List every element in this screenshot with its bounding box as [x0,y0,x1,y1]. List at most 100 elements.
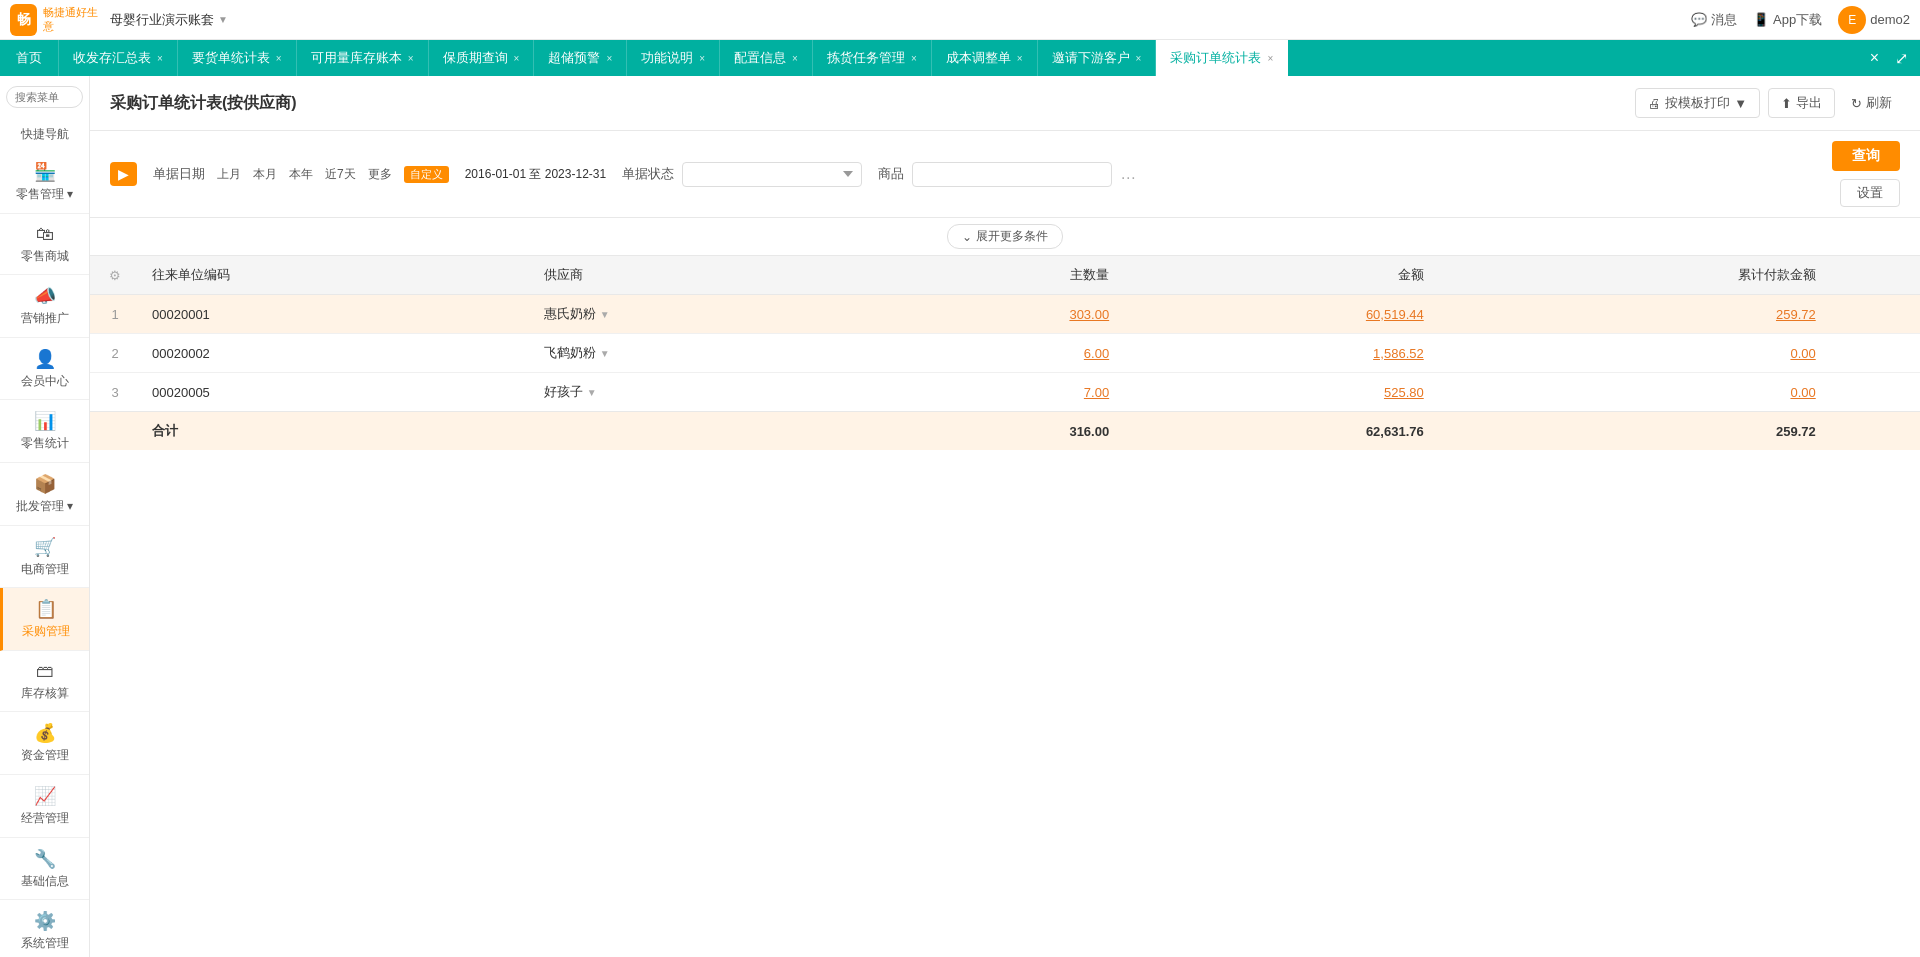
date-this-year[interactable]: 本年 [285,164,317,185]
close-jianhuo[interactable]: × [911,53,917,64]
tab-caigou-active[interactable]: 采购订单统计表 × [1156,40,1288,76]
workspace-selector[interactable]: 母婴行业演示账套 ▼ [110,11,228,29]
tab-kuyong[interactable]: 可用量库存账本 × [297,40,429,76]
refresh-button[interactable]: ↻ 刷新 [1843,89,1900,117]
close-chengben[interactable]: × [1017,53,1023,64]
sidebar-item-operations[interactable]: 📈 经营管理 [0,775,89,838]
nav-maximize-btn[interactable]: ⤢ [1891,45,1912,72]
tab-yaoqing[interactable]: 邀请下游客户 × [1038,40,1157,76]
date-more[interactable]: 更多 [364,164,396,185]
tab-peizhi-label: 配置信息 [734,49,786,67]
column-settings-icon[interactable]: ⚙ [109,268,121,283]
tab-home[interactable]: 首页 [0,40,59,76]
col-amount-header: 金额 [1121,256,1436,295]
tab-chaochujingbao[interactable]: 超储预警 × [534,40,627,76]
sidebar-item-member-center[interactable]: 👤 会员中心 [0,338,89,401]
retail-store-icon: 🛍 [36,224,54,245]
row-extra [1828,295,1920,334]
message-btn[interactable]: 💬 消息 [1691,11,1737,29]
sidebar-item-wholesale-mgmt[interactable]: 📦 批发管理 ▾ [0,463,89,526]
row-index: 2 [90,334,140,373]
tab-jianhuo[interactable]: 拣货任务管理 × [813,40,932,76]
close-caigou[interactable]: × [1267,53,1273,64]
tab-baozhi[interactable]: 保质期查询 × [429,40,535,76]
tab-chengben[interactable]: 成本调整单 × [932,40,1038,76]
row-arrow-icon: ▼ [600,309,610,320]
tab-gongneng[interactable]: 功能说明 × [627,40,720,76]
dropdown-arrow-icon: ▼ [1734,96,1747,111]
table-row[interactable]: 2 00020002 飞鹤奶粉 ▼ 6.00 1,586.52 0.00 [90,334,1920,373]
close-peizhi[interactable]: × [792,53,798,64]
retail-mgmt-icon: 🏪 [34,161,56,183]
row-amount[interactable]: 525.80 [1121,373,1436,412]
search-input[interactable] [6,86,83,108]
close-kuyong[interactable]: × [408,53,414,64]
sidebar-item-retail-stats[interactable]: 📊 零售统计 [0,400,89,463]
query-button[interactable]: 查询 [1832,141,1900,171]
sidebar-item-purchase-mgmt[interactable]: 📋 采购管理 [0,588,89,651]
marketing-icon: 📣 [34,285,56,307]
date-this-month[interactable]: 本月 [249,164,281,185]
date-from: 2016-01-01 [465,167,526,181]
expand-more-label: 展开更多条件 [976,228,1048,245]
sidebar-item-basics[interactable]: 🔧 基础信息 [0,838,89,901]
goods-input[interactable] [912,162,1112,187]
ecommerce-icon: 🛒 [34,536,56,558]
tab-chengben-label: 成本调整单 [946,49,1011,67]
settings-button[interactable]: 设置 [1840,179,1900,207]
inventory-label: 库存核算 [21,686,69,702]
row-supplier: 惠氏奶粉 ▼ [532,295,876,334]
quick-nav-label: 快捷导航 [21,126,69,143]
sidebar-item-retail-mgmt[interactable]: 🏪 零售管理 ▾ [0,151,89,214]
row-paid[interactable]: 0.00 [1436,334,1828,373]
user-area[interactable]: E demo2 [1838,6,1910,34]
tab-peizhi[interactable]: 配置信息 × [720,40,813,76]
goods-more-icon[interactable]: … [1120,165,1138,183]
tab-yaohuo[interactable]: 要货单统计表 × [178,40,297,76]
sidebar-item-system[interactable]: ⚙️ 系统管理 [0,900,89,957]
expand-more-btn[interactable]: ⌄ 展开更多条件 [947,224,1063,249]
row-quantity[interactable]: 7.00 [876,373,1121,412]
status-filter-group: 单据状态 [622,162,862,187]
table-row[interactable]: 1 00020001 惠氏奶粉 ▼ 303.00 60,519.44 259.7… [90,295,1920,334]
row-amount[interactable]: 1,586.52 [1121,334,1436,373]
col-code-header: 往来单位编码 [140,256,532,295]
sidebar-item-ecommerce[interactable]: 🛒 电商管理 [0,526,89,589]
nav-close-btn[interactable]: × [1866,45,1883,71]
download-icon: 📱 [1753,12,1769,27]
tab-kuyong-label: 可用量库存账本 [311,49,402,67]
sidebar-item-inventory[interactable]: 🗃 库存核算 [0,651,89,713]
row-supplier: 飞鹤奶粉 ▼ [532,334,876,373]
row-paid[interactable]: 259.72 [1436,295,1828,334]
sidebar-item-quick-nav[interactable]: 快捷导航 [0,118,89,151]
date-filter-label: 单据日期 [153,165,205,183]
row-code: 00020001 [140,295,532,334]
nav-right-buttons: × ⤢ [1866,45,1920,72]
main-layout: 快捷导航 🏪 零售管理 ▾ 🛍 零售商城 📣 营销推广 👤 会员中心 📊 零售统… [0,76,1920,957]
purchase-mgmt-icon: 📋 [35,598,57,620]
sidebar-item-marketing[interactable]: 📣 营销推广 [0,275,89,338]
export-button[interactable]: ⬆ 导出 [1768,88,1835,118]
close-chaochujingbao[interactable]: × [606,53,612,64]
date-custom-badge: 自定义 [404,166,449,183]
sidebar-item-finance[interactable]: 💰 资金管理 [0,712,89,775]
filter-toggle-button[interactable]: ▶ [110,162,137,186]
tab-shoufacun[interactable]: 收发存汇总表 × [59,40,178,76]
table-row[interactable]: 3 00020005 好孩子 ▼ 7.00 525.80 0.00 [90,373,1920,412]
close-gongneng[interactable]: × [699,53,705,64]
row-paid[interactable]: 0.00 [1436,373,1828,412]
close-yaoqing[interactable]: × [1136,53,1142,64]
date-last-month[interactable]: 上月 [213,164,245,185]
sidebar-item-retail-store[interactable]: 🛍 零售商城 [0,214,89,276]
row-quantity[interactable]: 303.00 [876,295,1121,334]
row-quantity[interactable]: 6.00 [876,334,1121,373]
close-yaohuo[interactable]: × [276,53,282,64]
close-shoufacun[interactable]: × [157,53,163,64]
date-7days[interactable]: 近7天 [321,164,360,185]
close-baozhi[interactable]: × [514,53,520,64]
template-print-button[interactable]: 🖨 按模板打印 ▼ [1635,88,1760,118]
status-select[interactable] [682,162,862,187]
app-download-btn[interactable]: 📱 App下载 [1753,11,1822,29]
date-filter-group: 单据日期 上月 本月 本年 近7天 更多 自定义 [153,164,449,185]
row-amount[interactable]: 60,519.44 [1121,295,1436,334]
